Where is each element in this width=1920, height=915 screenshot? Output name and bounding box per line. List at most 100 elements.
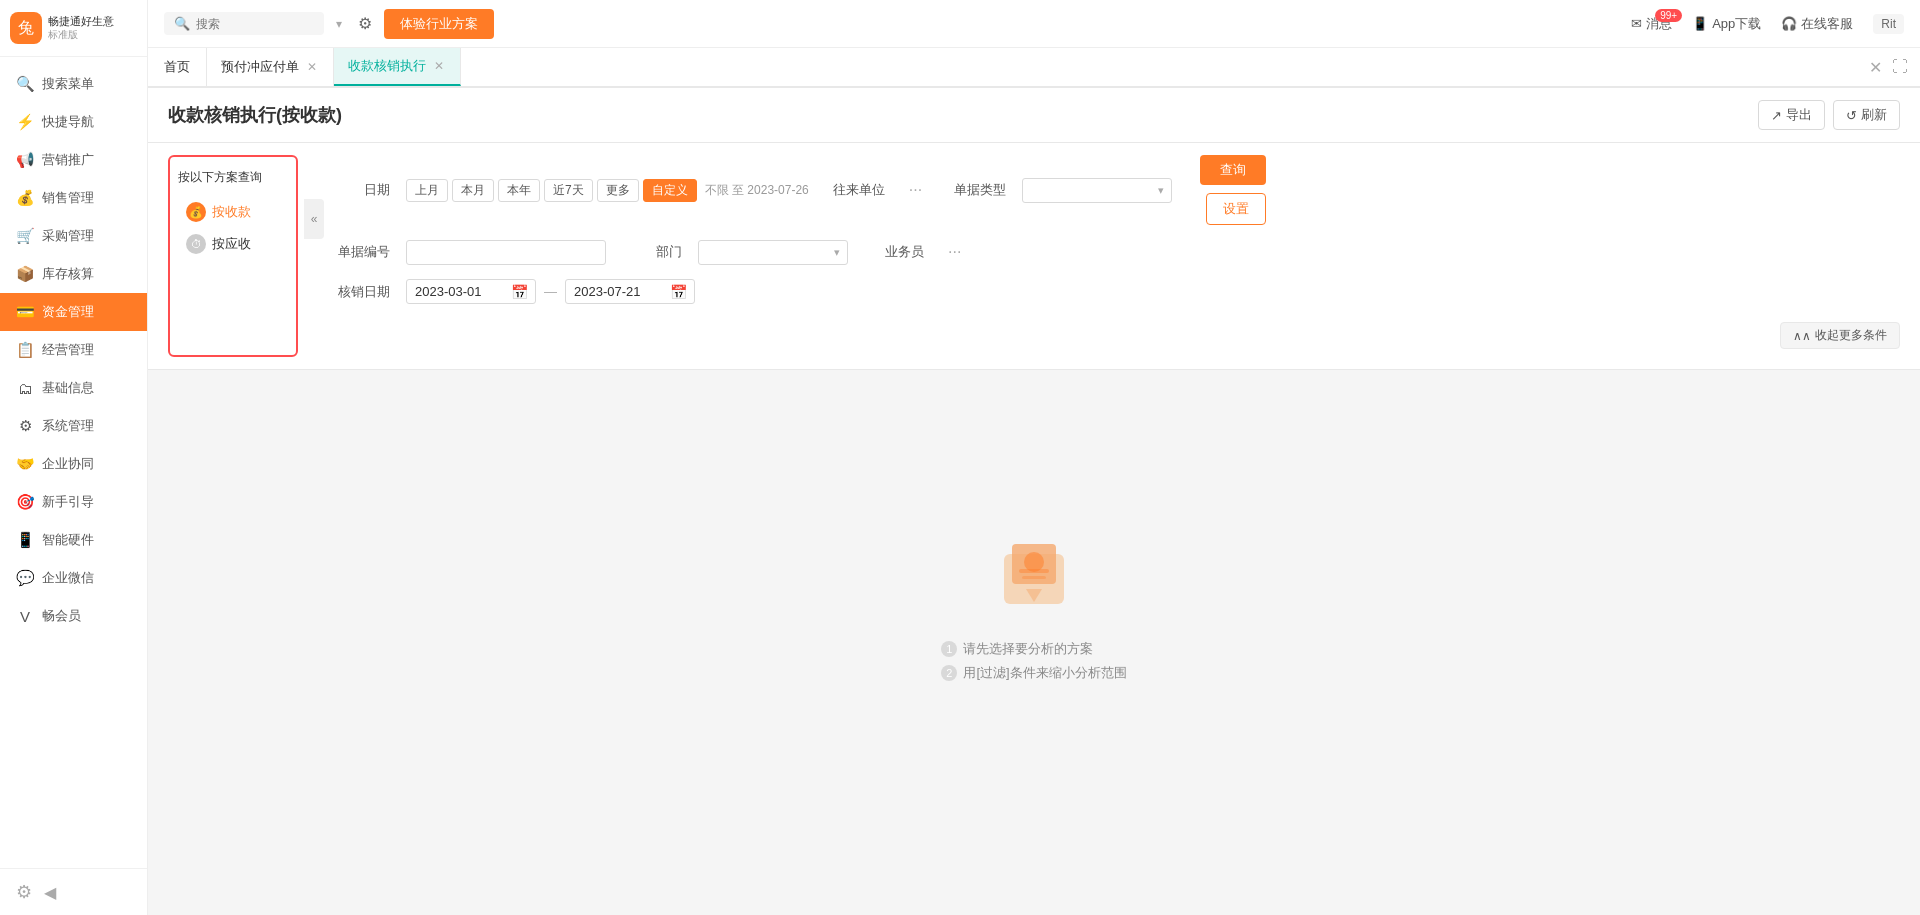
- online-service-button[interactable]: 🎧 在线客服: [1781, 15, 1853, 33]
- collapse-up-icon: ∧∧: [1793, 329, 1811, 343]
- nav-icon-2: 📢: [16, 151, 34, 169]
- this-month-btn[interactable]: 本月: [452, 179, 494, 202]
- message-badge: 99+: [1655, 9, 1682, 22]
- sidebar-item-9[interactable]: ⚙系统管理: [0, 407, 147, 445]
- doctype-select-wrap: [1022, 178, 1172, 203]
- content: 收款核销执行(按收款) ↗ 导出 ↺ 刷新 按以下方案查询 💰 按收款: [148, 88, 1920, 915]
- app-download-button[interactable]: 📱 App下载: [1692, 15, 1761, 33]
- tip-num-1: 1: [941, 641, 957, 657]
- nav-label-11: 新手引导: [42, 493, 94, 511]
- sidebar: 兔 畅捷通好生意 标准版 🔍搜索菜单⚡快捷导航📢营销推广💰销售管理 🛒 采购管理 📦库…: [0, 0, 148, 915]
- tab-expand-icon[interactable]: ⛶: [1892, 58, 1908, 76]
- nav-icon-12: 📱: [16, 531, 34, 549]
- nav-icon-14: V: [16, 608, 34, 625]
- tab-prepay[interactable]: 预付冲应付单 ✕: [207, 48, 334, 86]
- topbar: 🔍 ▾ ⚙ 体验行业方案 ✉ 消息 99+ 📱 App下载 🎧 在线客服 Rit: [148, 0, 1920, 48]
- verify-date-label: 核销日期: [330, 283, 390, 301]
- tab-collection[interactable]: 收款核销执行 ✕: [334, 48, 461, 86]
- user-info[interactable]: Rit: [1873, 14, 1904, 34]
- verify-end-input[interactable]: [565, 279, 695, 304]
- last-7days-btn[interactable]: 近7天: [544, 179, 593, 202]
- header-actions: ↗ 导出 ↺ 刷新: [1758, 100, 1900, 142]
- export-button[interactable]: ↗ 导出: [1758, 100, 1825, 130]
- counterpart-input-dots[interactable]: ···: [901, 177, 930, 203]
- dept-select[interactable]: [698, 240, 848, 265]
- search-icon: 🔍: [174, 16, 190, 31]
- sidebar-item-12[interactable]: 📱智能硬件: [0, 521, 147, 559]
- sidebar-item-5[interactable]: 📦库存核算: [0, 255, 147, 293]
- solution-button[interactable]: 体验行业方案: [384, 9, 494, 39]
- service-label: 在线客服: [1801, 15, 1853, 33]
- message-button[interactable]: ✉ 消息 99+: [1631, 15, 1672, 33]
- nav-label-1: 快捷导航: [42, 113, 94, 131]
- filter-collection-label: 按收款: [212, 203, 251, 221]
- sidebar-item-1[interactable]: ⚡快捷导航: [0, 103, 147, 141]
- refresh-icon: ↺: [1846, 108, 1857, 123]
- collapse-icon[interactable]: ◀: [44, 883, 56, 902]
- more-date-btn[interactable]: 更多: [597, 179, 639, 202]
- sidebar-item-3[interactable]: 💰销售管理: [0, 179, 147, 217]
- verify-start-wrap: 📅: [406, 279, 536, 304]
- app-edition: 标准版: [48, 28, 114, 42]
- doctype-label: 单据类型: [946, 181, 1006, 199]
- doctype-select[interactable]: [1022, 178, 1172, 203]
- sidebar-item-0[interactable]: 🔍搜索菜单: [0, 65, 147, 103]
- settings-gear-icon[interactable]: ⚙: [358, 14, 372, 33]
- tab-close-all-icon[interactable]: ✕: [1869, 58, 1882, 77]
- nav-icon-7: 📋: [16, 341, 34, 359]
- tab-collection-close[interactable]: ✕: [432, 59, 446, 73]
- tab-home-label: 首页: [164, 58, 190, 76]
- sidebar-item-14[interactable]: V 畅会员: [0, 597, 147, 635]
- this-year-btn[interactable]: 本年: [498, 179, 540, 202]
- sidebar-item-8[interactable]: 🗂基础信息: [0, 369, 147, 407]
- tab-home[interactable]: 首页: [148, 48, 207, 86]
- app-logo: 兔 畅捷通好生意 标准版: [0, 0, 147, 57]
- search-input[interactable]: [196, 17, 296, 31]
- collapse-conditions-label: 收起更多条件: [1815, 327, 1887, 344]
- sidebar-item-10[interactable]: 🤝企业协同: [0, 445, 147, 483]
- filter-action-buttons: 查询 设置: [1200, 155, 1266, 225]
- tabbar: 首页 预付冲应付单 ✕ 收款核销执行 ✕ ✕ ⛶: [148, 48, 1920, 88]
- nav-icon-13: 💬: [16, 569, 34, 587]
- message-icon: ✉: [1631, 16, 1642, 31]
- sidebar-item-6[interactable]: 💳 资金管理: [0, 293, 147, 331]
- query-button[interactable]: 查询: [1200, 155, 1266, 185]
- last-month-btn[interactable]: 上月: [406, 179, 448, 202]
- app-label: App下载: [1712, 15, 1761, 33]
- custom-date-btn[interactable]: 自定义: [643, 179, 697, 202]
- nav-label-0: 搜索菜单: [42, 75, 94, 93]
- nav-icon-8: 🗂: [16, 380, 34, 397]
- filter-by-collection[interactable]: 💰 按收款: [178, 196, 288, 228]
- settings-icon[interactable]: ⚙: [16, 881, 32, 903]
- main-area: 🔍 ▾ ⚙ 体验行业方案 ✉ 消息 99+ 📱 App下载 🎧 在线客服 Rit: [148, 0, 1920, 915]
- nav-label-7: 经营管理: [42, 341, 94, 359]
- filter-by-receivable[interactable]: ⏱ 按应收: [178, 228, 288, 260]
- docno-input[interactable]: [406, 240, 606, 265]
- refresh-label: 刷新: [1861, 106, 1887, 124]
- nav-icon-6: 💳: [16, 303, 34, 321]
- nav-icon-4: 🛒: [16, 227, 34, 245]
- search-chevron-icon[interactable]: ▾: [336, 17, 342, 31]
- sidebar-bottom: ⚙ ◀: [0, 868, 147, 915]
- sidebar-item-7[interactable]: 📋 经营管理: [0, 331, 147, 369]
- staff-input-dots[interactable]: ···: [940, 239, 969, 265]
- sidebar-item-13[interactable]: 💬企业微信: [0, 559, 147, 597]
- nav-label-14: 畅会员: [42, 607, 81, 625]
- topbar-right: ✉ 消息 99+ 📱 App下载 🎧 在线客服 Rit: [1631, 14, 1904, 34]
- nav-label-6: 资金管理: [42, 303, 94, 321]
- refresh-button[interactable]: ↺ 刷新: [1833, 100, 1900, 130]
- verify-date-group: 📅 — 📅: [406, 279, 695, 304]
- sidebar-item-11[interactable]: 🎯新手引导: [0, 483, 147, 521]
- sidebar-item-2[interactable]: 📢营销推广: [0, 141, 147, 179]
- setting-button[interactable]: 设置: [1206, 193, 1266, 225]
- tab-prepay-close[interactable]: ✕: [305, 60, 319, 74]
- nav-label-4: 采购管理: [42, 227, 94, 245]
- filter-collapse-button[interactable]: «: [304, 199, 324, 239]
- verify-start-input[interactable]: [406, 279, 536, 304]
- app-icon: 📱: [1692, 16, 1708, 31]
- empty-illustration: [984, 524, 1084, 624]
- sidebar-item-4[interactable]: 🛒 采购管理: [0, 217, 147, 255]
- empty-tip-1: 1 请先选择要分析的方案: [941, 640, 1126, 658]
- collapse-conditions-button[interactable]: ∧∧ 收起更多条件: [1780, 322, 1900, 349]
- tip-num-2: 2: [941, 665, 957, 681]
